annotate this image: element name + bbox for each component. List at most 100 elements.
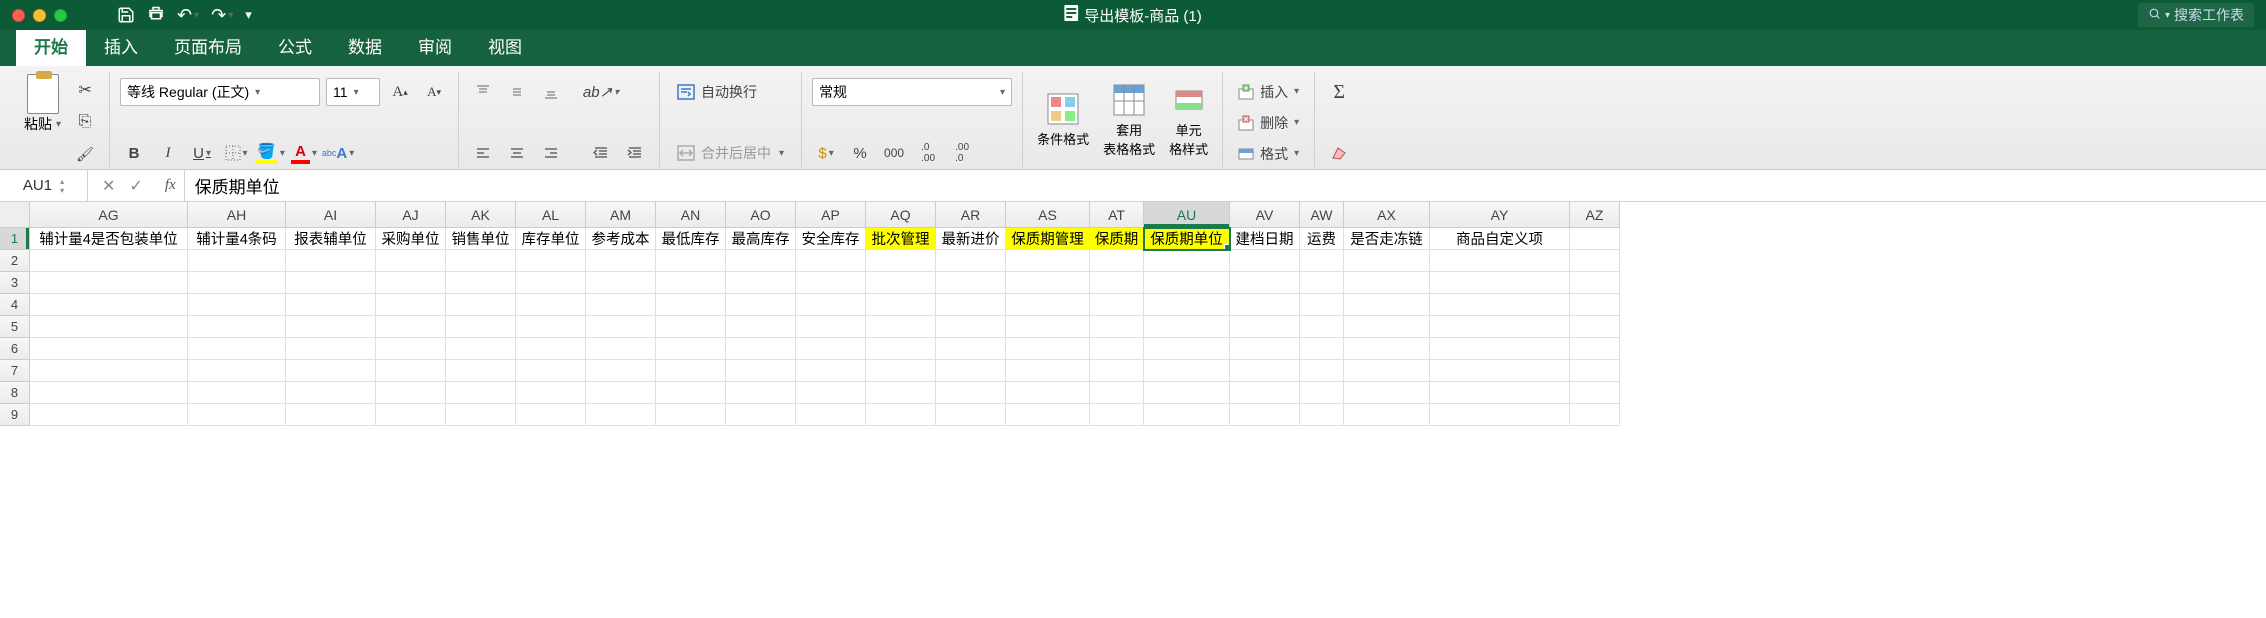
redo-button[interactable]: ↷ ▾ [211, 5, 233, 26]
cell-AS1[interactable]: 保质期管理 [1006, 228, 1090, 250]
cell-AT8[interactable] [1090, 382, 1144, 404]
cell-AU7[interactable] [1144, 360, 1230, 382]
cell-AG4[interactable] [30, 294, 188, 316]
minimize-window-button[interactable] [33, 9, 46, 22]
currency-button[interactable]: $▾ [812, 139, 840, 167]
cell-AW9[interactable] [1300, 404, 1344, 426]
cell-AO6[interactable] [726, 338, 796, 360]
cell-AW7[interactable] [1300, 360, 1344, 382]
decrease-font-button[interactable]: A▾ [420, 78, 448, 106]
cell-AW6[interactable] [1300, 338, 1344, 360]
cell-AY8[interactable] [1430, 382, 1570, 404]
close-window-button[interactable] [12, 9, 25, 22]
cell-AJ1[interactable]: 采购单位 [376, 228, 446, 250]
cell-AR3[interactable] [936, 272, 1006, 294]
cell-AZ7[interactable] [1570, 360, 1620, 382]
cell-AN5[interactable] [656, 316, 726, 338]
cell-AY7[interactable] [1430, 360, 1570, 382]
cell-AH8[interactable] [188, 382, 286, 404]
row-header-3[interactable]: 3 [0, 272, 30, 294]
cell-AK5[interactable] [446, 316, 516, 338]
cell-AG9[interactable] [30, 404, 188, 426]
cell-AM7[interactable] [586, 360, 656, 382]
cell-AL1[interactable]: 库存单位 [516, 228, 586, 250]
cell-AV4[interactable] [1230, 294, 1300, 316]
cell-AY1[interactable]: 商品自定义项 [1430, 228, 1570, 250]
cell-AI6[interactable] [286, 338, 376, 360]
cell-AV9[interactable] [1230, 404, 1300, 426]
cell-AN9[interactable] [656, 404, 726, 426]
cell-AH4[interactable] [188, 294, 286, 316]
cell-AW8[interactable] [1300, 382, 1344, 404]
cell-AG1[interactable]: 辅计量4是否包装单位 [30, 228, 188, 250]
cell-AS4[interactable] [1006, 294, 1090, 316]
cell-AI8[interactable] [286, 382, 376, 404]
cell-AG5[interactable] [30, 316, 188, 338]
cell-AY3[interactable] [1430, 272, 1570, 294]
cell-AY6[interactable] [1430, 338, 1570, 360]
increase-font-button[interactable]: A▴ [386, 78, 414, 106]
cell-AK6[interactable] [446, 338, 516, 360]
cell-AT6[interactable] [1090, 338, 1144, 360]
cell-AP7[interactable] [796, 360, 866, 382]
cancel-formula-button[interactable]: ✕ [102, 176, 115, 196]
tab-插入[interactable]: 插入 [86, 25, 156, 66]
align-right-button[interactable] [537, 139, 565, 167]
row-header-6[interactable]: 6 [0, 338, 30, 360]
cell-AJ6[interactable] [376, 338, 446, 360]
cell-AL4[interactable] [516, 294, 586, 316]
cells-area[interactable]: 辅计量4是否包装单位辅计量4条码报表辅单位采购单位销售单位库存单位参考成本最低库… [30, 228, 1620, 426]
cell-AN1[interactable]: 最低库存 [656, 228, 726, 250]
cell-AX7[interactable] [1344, 360, 1430, 382]
cell-AT9[interactable] [1090, 404, 1144, 426]
cell-AZ3[interactable] [1570, 272, 1620, 294]
cell-AU5[interactable] [1144, 316, 1230, 338]
italic-button[interactable]: I [154, 139, 182, 167]
cell-AX6[interactable] [1344, 338, 1430, 360]
name-box[interactable]: AU1 ▴▾ [0, 170, 88, 201]
column-header-AZ[interactable]: AZ [1570, 202, 1620, 228]
cell-AP5[interactable] [796, 316, 866, 338]
cell-AP4[interactable] [796, 294, 866, 316]
cell-AI4[interactable] [286, 294, 376, 316]
cell-AT1[interactable]: 保质期 [1090, 228, 1144, 250]
cell-AQ5[interactable] [866, 316, 936, 338]
format-cells-button[interactable]: 格式▾ [1233, 140, 1304, 167]
column-header-AV[interactable]: AV [1230, 202, 1300, 228]
search-box[interactable]: ▾ 搜索工作表 [2138, 3, 2254, 27]
cell-AM3[interactable] [586, 272, 656, 294]
column-header-AO[interactable]: AO [726, 202, 796, 228]
cell-AS2[interactable] [1006, 250, 1090, 272]
cell-AM6[interactable] [586, 338, 656, 360]
cell-AT3[interactable] [1090, 272, 1144, 294]
cell-AS9[interactable] [1006, 404, 1090, 426]
align-bottom-button[interactable] [537, 78, 565, 106]
column-header-AW[interactable]: AW [1300, 202, 1344, 228]
row-header-7[interactable]: 7 [0, 360, 30, 382]
cell-AT2[interactable] [1090, 250, 1144, 272]
cell-AY9[interactable] [1430, 404, 1570, 426]
cell-AM8[interactable] [586, 382, 656, 404]
font-name-combo[interactable]: 等线 Regular (正文)▾ [120, 78, 320, 106]
cell-AW2[interactable] [1300, 250, 1344, 272]
cell-AZ6[interactable] [1570, 338, 1620, 360]
column-header-AJ[interactable]: AJ [376, 202, 446, 228]
increase-decimal-button[interactable]: .0.00 [914, 139, 942, 167]
tab-视图[interactable]: 视图 [470, 25, 540, 66]
cell-AQ4[interactable] [866, 294, 936, 316]
cell-AX9[interactable] [1344, 404, 1430, 426]
enter-formula-button[interactable]: ✓ [129, 176, 142, 196]
cell-AK8[interactable] [446, 382, 516, 404]
cell-AH2[interactable] [188, 250, 286, 272]
cell-AS7[interactable] [1006, 360, 1090, 382]
row-header-4[interactable]: 4 [0, 294, 30, 316]
underline-button[interactable]: U▾ [188, 139, 216, 167]
format-painter-button[interactable] [71, 140, 99, 168]
column-header-AR[interactable]: AR [936, 202, 1006, 228]
cell-AL7[interactable] [516, 360, 586, 382]
column-header-AK[interactable]: AK [446, 202, 516, 228]
cell-AV5[interactable] [1230, 316, 1300, 338]
column-header-AG[interactable]: AG [30, 202, 188, 228]
cell-AU1[interactable]: 保质期单位 [1144, 228, 1230, 250]
cell-AN8[interactable] [656, 382, 726, 404]
